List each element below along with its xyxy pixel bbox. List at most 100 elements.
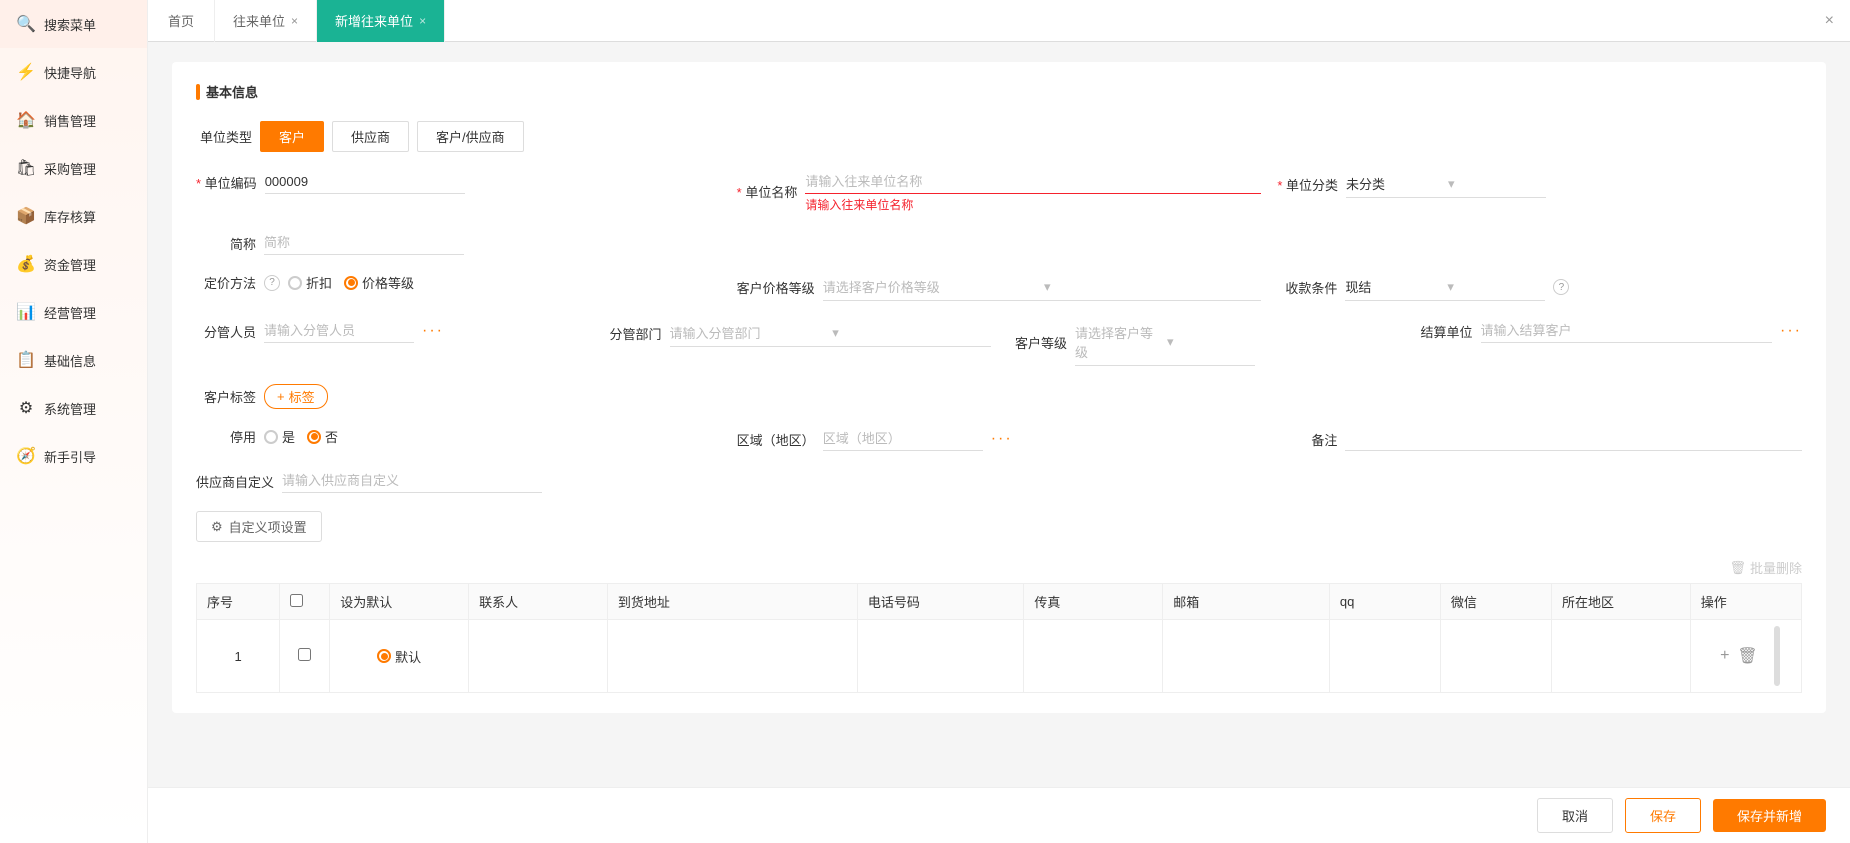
payment-terms-select[interactable]: 现结 ▾ (1345, 273, 1545, 301)
tab-close-new-partner[interactable]: × (419, 14, 426, 28)
sidebar-item-purchase[interactable]: 🛍 采购管理 (0, 144, 147, 192)
row-region-input[interactable] (1562, 649, 1680, 664)
action-bar: 取消 保存 保存并新增 (148, 787, 1850, 843)
row-address[interactable] (607, 620, 857, 693)
tab-home[interactable]: 首页 (148, 0, 215, 42)
row-region[interactable] (1551, 620, 1690, 693)
radio-yes[interactable]: 是 (264, 427, 295, 446)
short-name-label: 简称 (196, 234, 256, 253)
row-tel[interactable] (857, 620, 1024, 693)
gear-icon: ⚙ (211, 519, 223, 535)
pricing-method-group: 定价方法 ? 折扣 价格等级 (196, 273, 721, 292)
chevron-down-icon: ▾ (832, 325, 991, 341)
row-fax-input[interactable] (1034, 649, 1152, 664)
batch-delete-label[interactable]: 批量删除 (1750, 558, 1802, 577)
unit-code-input[interactable] (265, 170, 465, 194)
supplier-custom-input[interactable] (282, 469, 542, 493)
inventory-icon: 📦 (16, 206, 36, 226)
settlement-unit-more-icon[interactable]: ··· (1780, 322, 1802, 340)
sidebar-item-search[interactable]: 🔍 搜索菜单 (0, 0, 147, 48)
col-contact: 联系人 (469, 584, 608, 620)
department-placeholder: 请输入分管部门 (670, 323, 829, 342)
remark-label: 备注 (1277, 430, 1337, 449)
type-btn-supplier[interactable]: 供应商 (332, 121, 409, 152)
row-contact[interactable] (469, 620, 608, 693)
sidebar-item-sales[interactable]: 🏠 销售管理 (0, 96, 147, 144)
tab-partners[interactable]: 往来单位 × (215, 0, 317, 42)
sidebar-item-label: 新手引导 (44, 447, 96, 466)
row-email[interactable] (1163, 620, 1330, 693)
payment-terms-group: 收款条件 现结 ▾ ? (1277, 273, 1802, 301)
row-wechat-input[interactable] (1451, 649, 1541, 664)
customer-level-select[interactable]: 请选择客户等级 ▾ (1075, 319, 1255, 366)
col-tel: 电话号码 (857, 584, 1024, 620)
unit-name-error: 请输入往来单位名称 (805, 196, 1261, 213)
row-checkbox[interactable] (298, 648, 311, 661)
tab-close-partners[interactable]: × (291, 14, 298, 28)
row-default: 默认 (330, 620, 469, 693)
select-all-checkbox[interactable] (290, 594, 303, 607)
sidebar-item-inventory[interactable]: 📦 库存核算 (0, 192, 147, 240)
unit-code-group: 单位编码 (196, 170, 721, 194)
batch-delete-area: 🗑 批量删除 (196, 558, 1802, 577)
col-addr: 到货地址 (607, 584, 857, 620)
sidebar-item-finance[interactable]: 💰 资金管理 (0, 240, 147, 288)
row-default-radio[interactable]: 默认 (340, 647, 458, 666)
newbie-icon: 🧭 (16, 446, 36, 466)
pricing-help-icon[interactable]: ? (264, 275, 280, 291)
sidebar-item-operations[interactable]: 📊 经营管理 (0, 288, 147, 336)
row-email-input[interactable] (1173, 649, 1319, 664)
payment-help-icon[interactable]: ? (1553, 279, 1569, 295)
sidebar-item-quick-nav[interactable]: ⚡ 快捷导航 (0, 48, 147, 96)
type-btn-both[interactable]: 客户/供应商 (417, 121, 524, 152)
batch-delete-icon: 🗑 (1729, 560, 1746, 576)
settlement-unit-input[interactable] (1481, 319, 1773, 343)
row-op-buttons: + 🗑 (1701, 626, 1791, 686)
type-btn-customer[interactable]: 客户 (260, 121, 324, 152)
save-button[interactable]: 保存 (1625, 798, 1701, 833)
manager-input[interactable] (264, 319, 414, 343)
region-input[interactable] (823, 427, 983, 451)
tab-new-partner[interactable]: 新增往来单位 × (317, 0, 445, 42)
main-area: 首页 往来单位 × 新增往来单位 × × 基本信息 单位类型 客户 (148, 0, 1850, 843)
unit-name-input[interactable] (805, 170, 1261, 194)
row-wechat[interactable] (1440, 620, 1551, 693)
code-name-category-row: 单位编码 单位名称 请输入往来单位名称 单位分类 (196, 170, 1802, 213)
region-more-icon[interactable]: ··· (991, 430, 1013, 448)
row-tel-input[interactable] (868, 649, 1014, 664)
department-select[interactable]: 请输入分管部门 ▾ (670, 319, 992, 347)
region-group: 区域（地区） ··· (737, 427, 1262, 451)
table-header-row: 序号 设为默认 联系人 到货地址 (197, 584, 1802, 620)
radio-discount[interactable]: 折扣 (288, 273, 332, 292)
row-qq[interactable] (1329, 620, 1440, 693)
unit-category-select[interactable]: 未分类 ▾ (1346, 170, 1546, 198)
row-qq-input[interactable] (1340, 649, 1430, 664)
short-name-input[interactable] (264, 231, 464, 255)
row-contact-input[interactable] (479, 649, 597, 664)
manager-more-icon[interactable]: ··· (422, 322, 444, 340)
add-tag-button[interactable]: + 标签 (264, 384, 328, 409)
delete-row-btn[interactable]: 🗑 (1737, 646, 1757, 666)
scrollbar[interactable] (1774, 626, 1780, 686)
remark-input[interactable] (1345, 427, 1802, 451)
close-all-tabs[interactable]: × (1809, 12, 1850, 30)
basic-info-icon: 📋 (16, 350, 36, 370)
add-row-btn[interactable]: + (1720, 647, 1729, 665)
radio-no[interactable]: 否 (307, 427, 338, 446)
sidebar-item-system[interactable]: ⚙ 系统管理 (0, 384, 147, 432)
region-label: 区域（地区） (737, 430, 815, 449)
tab-label: 新增往来单位 (335, 11, 413, 30)
contacts-table: 序号 设为默认 联系人 到货地址 (196, 583, 1802, 693)
sidebar-item-label: 经营管理 (44, 303, 96, 322)
save-new-button[interactable]: 保存并新增 (1713, 799, 1826, 832)
cancel-button[interactable]: 取消 (1537, 798, 1613, 833)
unit-type-row: 单位类型 客户 供应商 客户/供应商 (196, 121, 1802, 152)
sidebar-item-basic-info[interactable]: 📋 基础信息 (0, 336, 147, 384)
sidebar-item-newbie[interactable]: 🧭 新手引导 (0, 432, 147, 480)
radio-price-level[interactable]: 价格等级 (344, 273, 414, 292)
customer-price-level-select[interactable]: 请选择客户价格等级 ▾ (823, 273, 1262, 301)
row-fax[interactable] (1024, 620, 1163, 693)
row-address-input[interactable] (618, 649, 847, 664)
remark-group: 备注 (1277, 427, 1802, 451)
customize-settings-button[interactable]: ⚙ 自定义项设置 (196, 511, 322, 542)
